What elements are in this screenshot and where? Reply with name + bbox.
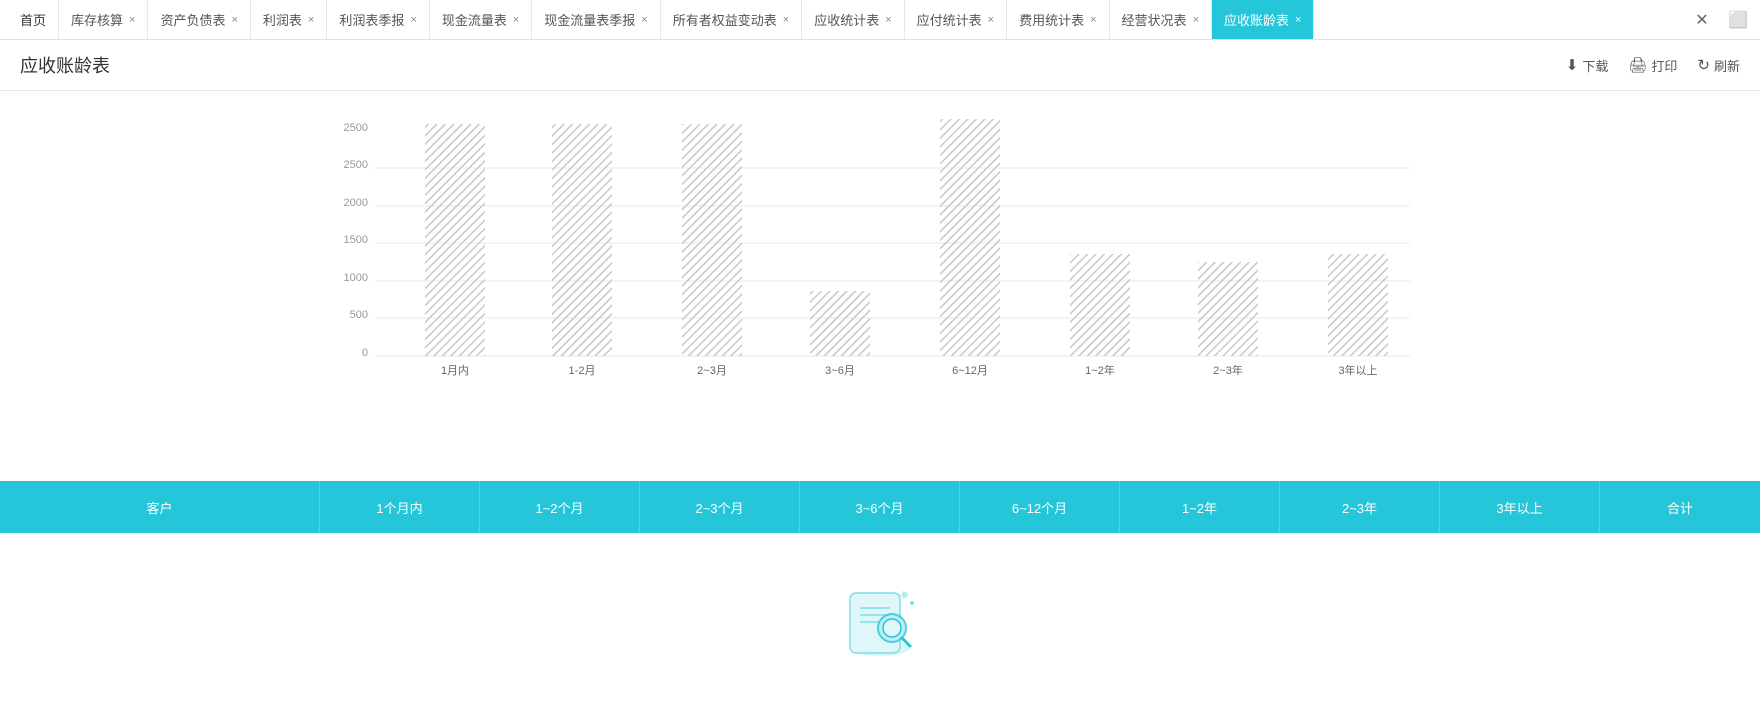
header-actions: ⬇ 下载 🖨 打印 ↻ 刷新: [1566, 56, 1740, 75]
col-1-2month: 1~2个月: [480, 481, 640, 533]
empty-icon: [830, 573, 930, 663]
svg-text:2500: 2500: [344, 122, 368, 134]
svg-text:1-2月: 1-2月: [569, 365, 596, 377]
tab-profit-close[interactable]: ×: [308, 14, 314, 26]
svg-text:3~6月: 3~6月: [825, 365, 855, 377]
tab-operation-close[interactable]: ×: [1193, 14, 1199, 26]
svg-text:1000: 1000: [344, 272, 368, 284]
tab-cashflow-close[interactable]: ×: [513, 14, 519, 26]
tab-cashflow-label: 现金流量表: [442, 10, 507, 29]
download-button[interactable]: ⬇ 下载: [1566, 56, 1609, 75]
tab-ar-aging[interactable]: 应收账龄表 ×: [1212, 0, 1314, 40]
tab-home[interactable]: 首页: [8, 0, 59, 40]
print-button[interactable]: 🖨 打印: [1628, 56, 1677, 75]
col-1-2year: 1~2年: [1120, 481, 1280, 533]
refresh-icon: ↻: [1697, 56, 1710, 74]
tab-inventory[interactable]: 库存核算 ×: [59, 0, 148, 40]
tab-receivable-stat[interactable]: 应收统计表 ×: [802, 0, 904, 40]
tab-profit-quarterly[interactable]: 利润表季报 ×: [327, 0, 429, 40]
tab-receivable-stat-label: 应收统计表: [814, 10, 879, 29]
bar-1month: [425, 124, 485, 356]
refresh-label: 刷新: [1714, 56, 1740, 75]
download-icon: ⬇: [1566, 56, 1579, 74]
tab-equity-close[interactable]: ×: [783, 14, 789, 26]
tab-operation-label: 经营状况表: [1122, 10, 1187, 29]
tab-cashflow-quarterly-close[interactable]: ×: [641, 14, 647, 26]
refresh-button[interactable]: ↻ 刷新: [1697, 56, 1740, 75]
tab-bar: 首页 库存核算 × 资产负债表 × 利润表 × 利润表季报 × 现金流量表 × …: [0, 0, 1760, 40]
tab-receivable-stat-close[interactable]: ×: [885, 14, 891, 26]
svg-text:2~3年: 2~3年: [1213, 363, 1243, 377]
print-icon: 🖨: [1628, 56, 1647, 74]
tab-expense-stat-label: 费用统计表: [1019, 10, 1084, 29]
tab-equity[interactable]: 所有者权益变动表 ×: [661, 0, 802, 40]
col-1month: 1个月内: [320, 481, 480, 533]
bar-2-3year: [1198, 262, 1258, 356]
col-3-6month: 3~6个月: [800, 481, 960, 533]
empty-state: [0, 533, 1760, 703]
tab-payable-stat-close[interactable]: ×: [988, 14, 994, 26]
tab-profit[interactable]: 利润表 ×: [251, 0, 327, 40]
tab-profit-quarterly-label: 利润表季报: [339, 10, 404, 29]
bar-1-2month: [552, 124, 612, 356]
bar-6-12month: [940, 119, 1000, 356]
tab-controls: ✕ ⬜: [1688, 6, 1752, 34]
chart-area: 0 500 1000 1500 2000 2500 2500 1月内 1-2月 …: [0, 91, 1760, 481]
svg-text:500: 500: [350, 309, 368, 321]
window-close-button[interactable]: ✕: [1688, 6, 1716, 34]
tab-payable-stat[interactable]: 应付统计表 ×: [905, 0, 1007, 40]
svg-text:2500: 2500: [344, 159, 368, 171]
bar-2-3month: [682, 124, 742, 356]
page-header: 应收账龄表 ⬇ 下载 🖨 打印 ↻ 刷新: [0, 40, 1760, 91]
empty-illustration: [830, 573, 930, 663]
tab-cashflow-quarterly[interactable]: 现金流量表季报 ×: [532, 0, 660, 40]
tab-home-label: 首页: [20, 10, 46, 29]
window-maximize-button[interactable]: ⬜: [1724, 6, 1752, 34]
tab-profit-quarterly-close[interactable]: ×: [410, 14, 416, 26]
table-header: 客户 1个月内 1~2个月 2~3个月 3~6个月 6~12个月 1~2年 2~…: [0, 481, 1760, 533]
page-title: 应收账龄表: [20, 52, 110, 78]
download-label: 下载: [1582, 56, 1608, 75]
tab-cashflow[interactable]: 现金流量表 ×: [430, 0, 532, 40]
tab-ar-aging-close[interactable]: ×: [1295, 14, 1301, 26]
col-3year-plus: 3年以上: [1440, 481, 1600, 533]
svg-text:3年以上: 3年以上: [1338, 363, 1377, 377]
bar-chart: 0 500 1000 1500 2000 2500 2500 1月内 1-2月 …: [30, 111, 1730, 391]
svg-text:6~12月: 6~12月: [952, 365, 988, 377]
tab-operation[interactable]: 经营状况表 ×: [1110, 0, 1212, 40]
col-customer: 客户: [0, 481, 320, 533]
tab-balance-label: 资产负债表: [160, 10, 225, 29]
tab-inventory-close[interactable]: ×: [129, 14, 135, 26]
tab-ar-aging-label: 应收账龄表: [1224, 10, 1289, 29]
tab-expense-stat[interactable]: 费用统计表 ×: [1007, 0, 1109, 40]
col-2-3month: 2~3个月: [640, 481, 800, 533]
svg-text:0: 0: [362, 347, 368, 359]
bar-3-6month: [810, 291, 870, 356]
tab-inventory-label: 库存核算: [71, 10, 123, 29]
tab-expense-stat-close[interactable]: ×: [1090, 14, 1096, 26]
tab-payable-stat-label: 应付统计表: [917, 10, 982, 29]
tab-balance-close[interactable]: ×: [231, 14, 237, 26]
col-total: 合计: [1600, 481, 1760, 533]
bar-1-2year: [1070, 254, 1130, 356]
tab-balance[interactable]: 资产负债表 ×: [148, 0, 250, 40]
tab-cashflow-quarterly-label: 现金流量表季报: [544, 10, 635, 29]
main-content: 0 500 1000 1500 2000 2500 2500 1月内 1-2月 …: [0, 91, 1760, 721]
bar-3year-plus: [1328, 254, 1388, 356]
col-2-3year: 2~3年: [1280, 481, 1440, 533]
svg-text:1500: 1500: [344, 234, 368, 246]
svg-text:1月内: 1月内: [441, 363, 469, 377]
print-label: 打印: [1651, 56, 1677, 75]
svg-text:2000: 2000: [344, 197, 368, 209]
col-6-12month: 6~12个月: [960, 481, 1120, 533]
svg-text:2~3月: 2~3月: [697, 365, 727, 377]
svg-text:1~2年: 1~2年: [1085, 363, 1115, 377]
tab-profit-label: 利润表: [263, 10, 302, 29]
tab-equity-label: 所有者权益变动表: [673, 10, 777, 29]
